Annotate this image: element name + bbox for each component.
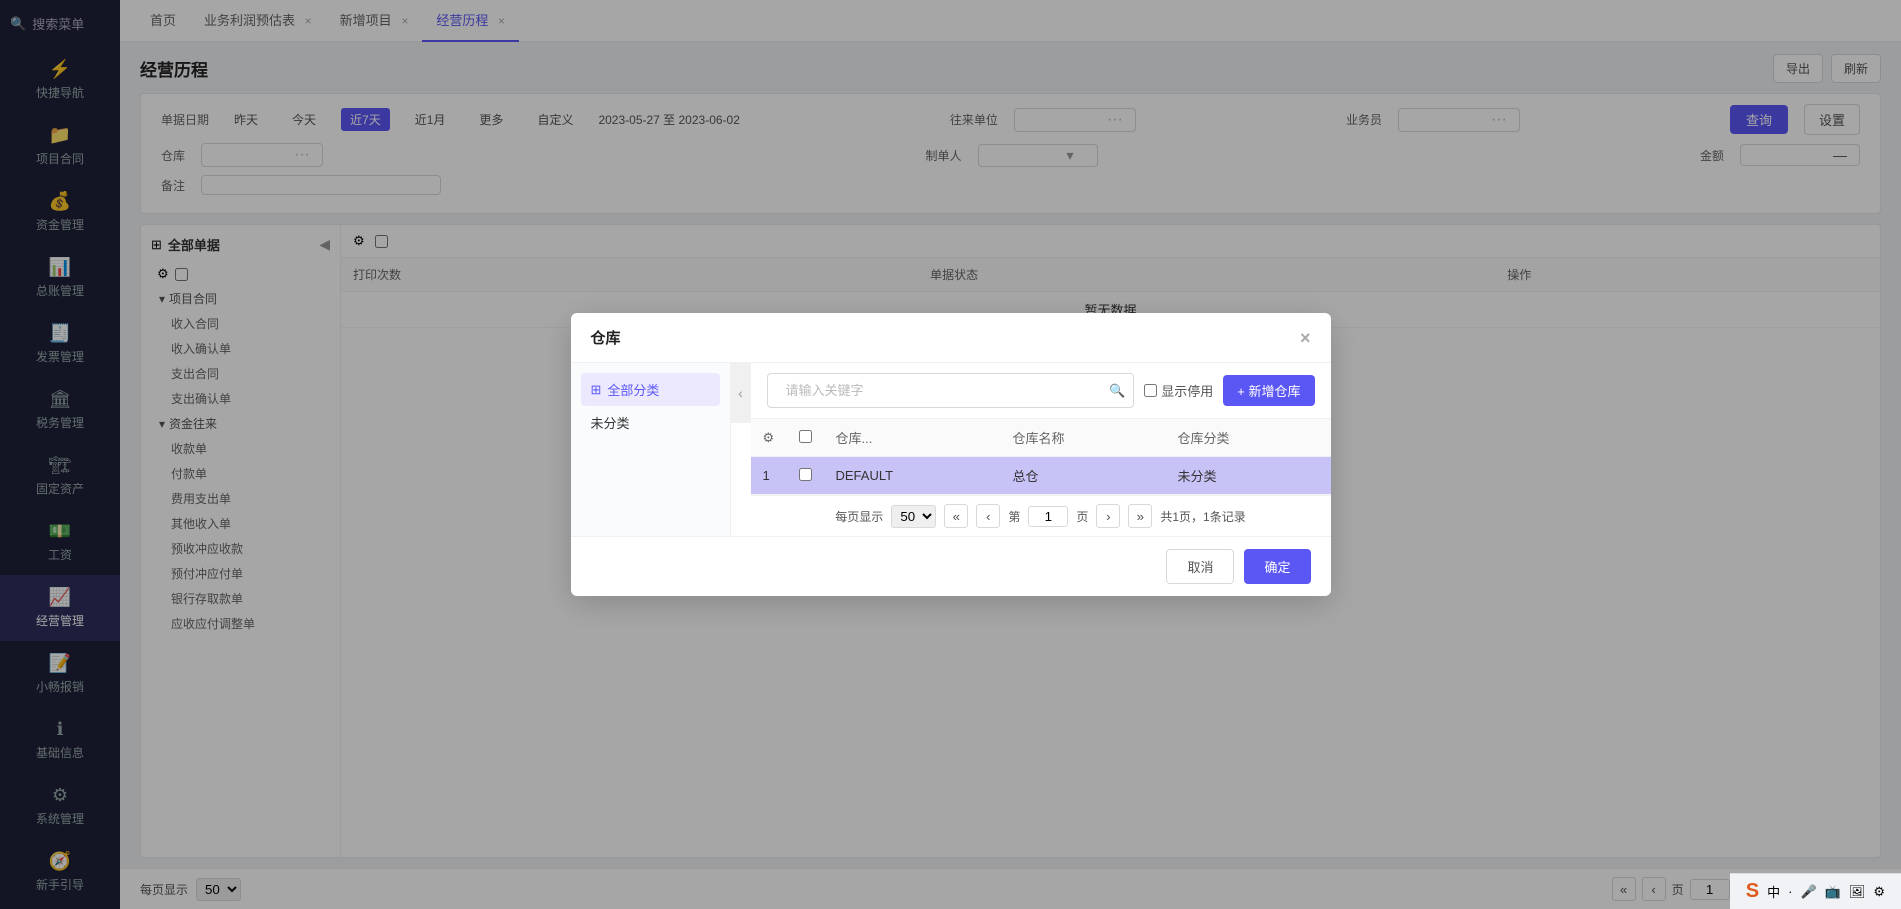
modal-table: ⚙ 仓库... 仓库名称 仓库分类 1 DEFAULT <box>751 419 1331 495</box>
taskbar-icon4: ⚙ <box>1873 884 1885 900</box>
row-category: 未分类 <box>1166 457 1331 495</box>
cancel-button[interactable]: 取消 <box>1166 549 1234 584</box>
modal-search-icon[interactable]: 🔍 <box>1109 383 1125 399</box>
taskbar-icon2: 📺 <box>1825 884 1841 900</box>
modal-total-label: 共1页，1条记录 <box>1160 508 1245 525</box>
taskbar-icon1: 中 <box>1767 882 1780 901</box>
taskbar: S 中 · 🎤 📺 🖼 ⚙ <box>1730 873 1901 909</box>
show-disabled-label: 显示停用 <box>1144 381 1213 400</box>
modal-right-panel: 🔍 显示停用 + 新增仓库 ⚙ <box>751 363 1331 536</box>
brand-logo: S <box>1746 880 1759 903</box>
modal-next-page[interactable]: › <box>1096 504 1120 528</box>
row-index: 1 <box>751 457 787 495</box>
modal-uncategorized[interactable]: 未分类 <box>581 406 720 439</box>
modal-header: 仓库 × <box>571 313 1331 363</box>
row-name: 总仓 <box>1001 457 1166 495</box>
col-checkbox <box>787 419 824 457</box>
modal-toolbar: 🔍 显示停用 + 新增仓库 <box>751 363 1331 419</box>
table-select-all-modal[interactable] <box>799 430 812 443</box>
warehouse-modal: 仓库 × ⊞ 全部分类 未分类 ‹ <box>571 313 1331 596</box>
modal-per-page-select[interactable]: 50 <box>891 505 936 528</box>
modal-first-page[interactable]: « <box>944 504 968 528</box>
modal-last-page[interactable]: » <box>1128 504 1152 528</box>
add-warehouse-button[interactable]: + 新增仓库 <box>1223 375 1314 406</box>
modal-body: ⊞ 全部分类 未分类 ‹ 🔍 <box>571 363 1331 536</box>
taskbar-mic-icon: 🎤 <box>1800 884 1816 900</box>
modal-page-suffix: 页 <box>1076 508 1088 525</box>
taskbar-icon3: 🖼 <box>1849 884 1866 900</box>
show-disabled-checkbox[interactable] <box>1144 384 1157 397</box>
modal-prev-page[interactable]: ‹ <box>976 504 1000 528</box>
taskbar-dot: · <box>1788 884 1792 899</box>
row-select-1[interactable] <box>799 468 812 481</box>
row-checkbox <box>787 457 824 495</box>
confirm-button[interactable]: 确定 <box>1244 549 1310 584</box>
search-wrap: 🔍 <box>767 373 1135 408</box>
modal-footer: 取消 确定 <box>571 536 1331 596</box>
modal-title: 仓库 <box>591 327 621 348</box>
modal-table-wrap: ⚙ 仓库... 仓库名称 仓库分类 1 DEFAULT <box>751 419 1331 495</box>
modal-search-input[interactable] <box>776 378 1110 403</box>
modal-collapse-handle[interactable]: ‹ <box>731 363 751 423</box>
col-code: 仓库... <box>824 419 1001 457</box>
modal-page-input[interactable] <box>1028 506 1068 527</box>
grid-icon2: ⊞ <box>591 382 602 398</box>
row-code: DEFAULT <box>824 457 1001 495</box>
col-settings: ⚙ <box>751 419 787 457</box>
modal-all-category[interactable]: ⊞ 全部分类 <box>581 373 720 406</box>
modal-pagination: 每页显示 50 « ‹ 第 页 › » 共1页，1条记录 <box>751 495 1331 536</box>
modal-left-panel: ⊞ 全部分类 未分类 <box>571 363 731 536</box>
table-row[interactable]: 1 DEFAULT 总仓 未分类 <box>751 457 1331 495</box>
col-category: 仓库分类 <box>1166 419 1331 457</box>
modal-overlay: 仓库 × ⊞ 全部分类 未分类 ‹ <box>0 0 1901 909</box>
modal-page-label: 第 <box>1008 508 1020 525</box>
col-name: 仓库名称 <box>1001 419 1166 457</box>
modal-close-btn[interactable]: × <box>1300 329 1311 347</box>
